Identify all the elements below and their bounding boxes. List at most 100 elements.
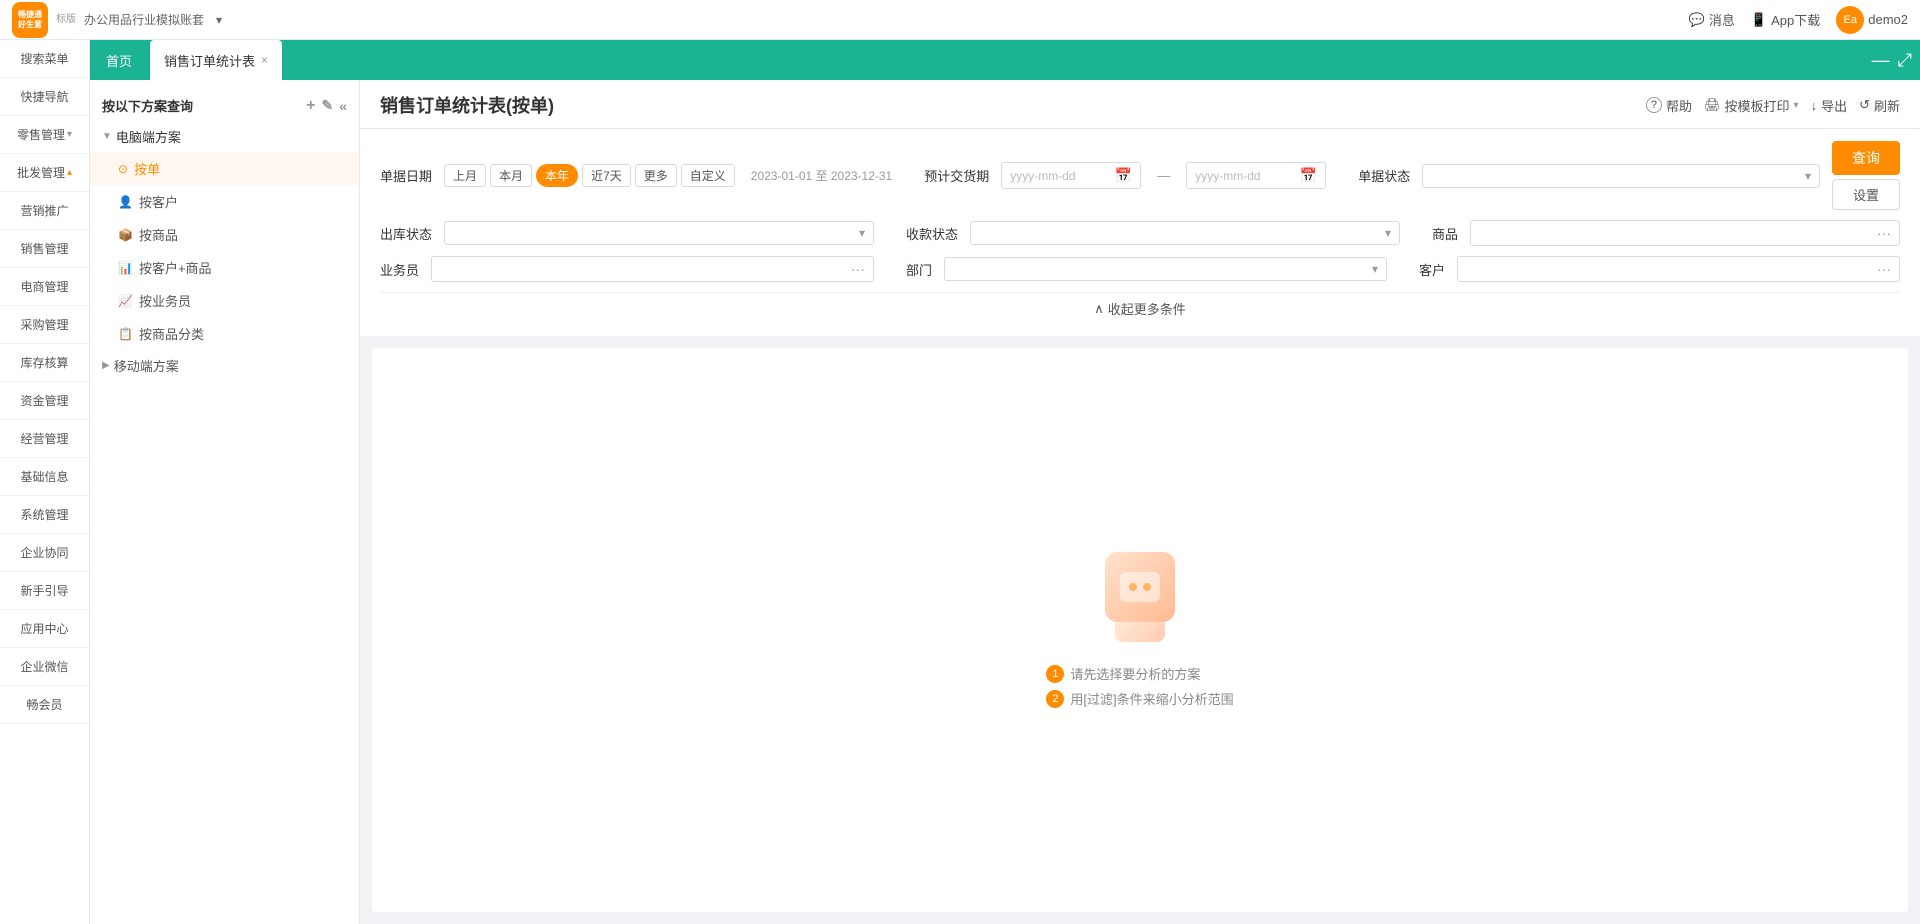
tabbar-expand-btn[interactable]: ⤢	[1898, 50, 1912, 71]
sidebar-item-retail[interactable]: 零售管理 ▾	[0, 116, 89, 154]
tab-home[interactable]: 首页	[90, 40, 148, 80]
scheme-item-by-product-category-label: 按商品分类	[139, 324, 204, 343]
collapse-panel-icon[interactable]: «	[339, 98, 347, 114]
btn-more-dates[interactable]: 更多	[635, 164, 677, 187]
scheme-group-arrow: ▼	[102, 131, 112, 142]
date-label: 单据日期	[380, 166, 432, 185]
sidebar-item-purchase[interactable]: 采购管理	[0, 306, 89, 344]
sidebar-item-member[interactable]: 畅会员	[0, 686, 89, 724]
newbie-label: 新手引导	[4, 582, 85, 599]
tabbar-minimize-btn[interactable]: —	[1872, 50, 1890, 71]
sidebar-item-basic-info[interactable]: 基础信息	[0, 458, 89, 496]
left-panel-header: 按以下方案查询 + ✎ «	[90, 90, 359, 121]
sales-label: 销售管理	[4, 240, 85, 257]
template-print-btn[interactable]: 🖨 按模板打印 ▾	[1704, 96, 1799, 115]
sidebar-item-marketing[interactable]: 营销推广	[0, 192, 89, 230]
sidebar-item-newbie[interactable]: 新手引导	[0, 572, 89, 610]
app-download-label: App下载	[1771, 10, 1820, 29]
customer-select[interactable]: ···	[1457, 256, 1900, 282]
ship-status-select[interactable]: ▾	[444, 221, 874, 245]
app-logo: 畅捷通好生意	[12, 2, 48, 38]
topbar-dropdown-icon[interactable]: ▾	[216, 13, 222, 27]
sidebar-item-operations[interactable]: 经营管理	[0, 420, 89, 458]
sidebar-item-finance[interactable]: 资金管理	[0, 382, 89, 420]
scheme-mobile-label: 移动端方案	[114, 356, 179, 375]
scheme-item-by-order[interactable]: ⊙ 按单	[90, 152, 359, 185]
topbar-app-name[interactable]: 办公用品行业模拟账套	[84, 11, 204, 28]
empty-tip-1-text: 请先选择要分析的方案	[1070, 664, 1200, 683]
calendar-end-icon[interactable]: 📅	[1300, 167, 1317, 184]
scheme-item-by-order-label: 按单	[134, 159, 160, 178]
topbar: 畅捷通好生意 标版 办公用品行业模拟账套 ▾ 💬 消息 📱 App下载 Ea d…	[0, 0, 1920, 40]
tab-close-icon[interactable]: ×	[261, 53, 268, 67]
product-select[interactable]: ···	[1470, 220, 1900, 246]
sidebar-item-quick-nav[interactable]: 快捷导航	[0, 78, 89, 116]
scheme-mobile[interactable]: ▶ 移动端方案	[90, 350, 359, 381]
salesperson-dots-icon[interactable]: ···	[851, 261, 865, 277]
salesperson-select[interactable]: ···	[431, 256, 874, 282]
marketing-label: 营销推广	[4, 202, 85, 219]
forecast-date-end[interactable]: yyyy-mm-dd 📅	[1186, 162, 1326, 189]
collapse-btn[interactable]: ∧ 收起更多条件	[380, 292, 1900, 324]
member-label: 畅会员	[4, 696, 85, 713]
template-print-dropdown-icon: ▾	[1794, 100, 1799, 111]
filter-row-1: 单据日期 上月 本月 本年 近7天 更多 自定义 2023-01-01 至 20…	[380, 141, 1900, 210]
template-print-label: 按模板打印	[1725, 96, 1790, 115]
app-download-icon: 📱	[1751, 12, 1767, 28]
scheme-item-by-customer[interactable]: 👤 按客户	[90, 185, 359, 218]
empty-tip-1-num: 1	[1046, 665, 1064, 683]
add-scheme-icon[interactable]: +	[306, 97, 315, 115]
scheme-group-pc-header[interactable]: ▼ 电脑端方案	[90, 121, 359, 152]
help-label: 帮助	[1666, 96, 1692, 115]
department-label: 部门	[906, 260, 932, 279]
help-btn[interactable]: ? 帮助	[1646, 96, 1692, 115]
department-dropdown-icon: ▾	[1372, 262, 1378, 276]
operations-label: 经营管理	[4, 430, 85, 447]
btn-custom-date[interactable]: 自定义	[681, 164, 735, 187]
avatar-text: Ea	[1844, 14, 1857, 26]
btn-last-7-days[interactable]: 近7天	[582, 164, 631, 187]
scheme-item-by-product-category[interactable]: 📋 按商品分类	[90, 317, 359, 350]
refresh-btn[interactable]: ↺ 刷新	[1859, 96, 1900, 115]
sidebar-item-system[interactable]: 系统管理	[0, 496, 89, 534]
btn-this-year[interactable]: 本年	[536, 164, 578, 187]
sidebar-item-sales[interactable]: 销售管理	[0, 230, 89, 268]
user-profile[interactable]: Ea demo2	[1836, 6, 1908, 34]
customer-dots-icon[interactable]: ···	[1877, 261, 1891, 277]
payment-status-select[interactable]: ▾	[970, 221, 1400, 245]
btn-last-month[interactable]: 上月	[444, 164, 486, 187]
sidebar-item-search-menu[interactable]: 搜索菜单	[0, 40, 89, 78]
sidebar-item-enterprise-wechat[interactable]: 企业微信	[0, 648, 89, 686]
message-btn[interactable]: 💬 消息	[1689, 10, 1735, 29]
department-select[interactable]: ▾	[944, 257, 1387, 281]
sidebar-item-enterprise[interactable]: 企业协同	[0, 534, 89, 572]
forecast-date-start[interactable]: yyyy-mm-dd 📅	[1001, 162, 1141, 189]
export-btn[interactable]: ↓ 导出	[1811, 96, 1848, 115]
filter-row-3: 业务员 ··· 部门 ▾ 客户 ···	[380, 256, 1900, 282]
left-panel: 按以下方案查询 + ✎ « ▼ 电脑端方案 ⊙ 按单	[90, 80, 360, 924]
edit-scheme-icon[interactable]: ✎	[321, 97, 333, 114]
tab-sales-order[interactable]: 销售订单统计表 ×	[150, 40, 282, 80]
sidebar-item-app-center[interactable]: 应用中心	[0, 610, 89, 648]
salesperson-label: 业务员	[380, 260, 419, 279]
scheme-item-by-salesperson[interactable]: 📈 按业务员	[90, 284, 359, 317]
sidebar-item-ecommerce[interactable]: 电商管理	[0, 268, 89, 306]
sidebar-item-wholesale[interactable]: 批发管理 ▴	[0, 154, 89, 192]
scheme-group-label: 电脑端方案	[116, 127, 181, 146]
export-label: 导出	[1821, 96, 1847, 115]
scheme-item-by-customer-product[interactable]: 📊 按客户+商品	[90, 251, 359, 284]
settings-button[interactable]: 设置	[1832, 179, 1900, 210]
scheme-item-by-product[interactable]: 📦 按商品	[90, 218, 359, 251]
calendar-start-icon[interactable]: 📅	[1115, 167, 1132, 184]
query-button[interactable]: 查询	[1832, 141, 1900, 175]
status-select[interactable]: ▾	[1422, 164, 1820, 188]
app-download-btn[interactable]: 📱 App下载	[1751, 10, 1820, 29]
product-dots-icon[interactable]: ···	[1877, 225, 1891, 241]
status-dropdown-icon: ▾	[1805, 169, 1811, 183]
user-name: demo2	[1868, 12, 1908, 27]
btn-this-month[interactable]: 本月	[490, 164, 532, 187]
by-product-category-icon: 📋	[118, 327, 133, 341]
purchase-label: 采购管理	[4, 316, 85, 333]
sidebar-item-inventory[interactable]: 库存核算	[0, 344, 89, 382]
forecast-date-start-placeholder: yyyy-mm-dd	[1010, 169, 1075, 183]
